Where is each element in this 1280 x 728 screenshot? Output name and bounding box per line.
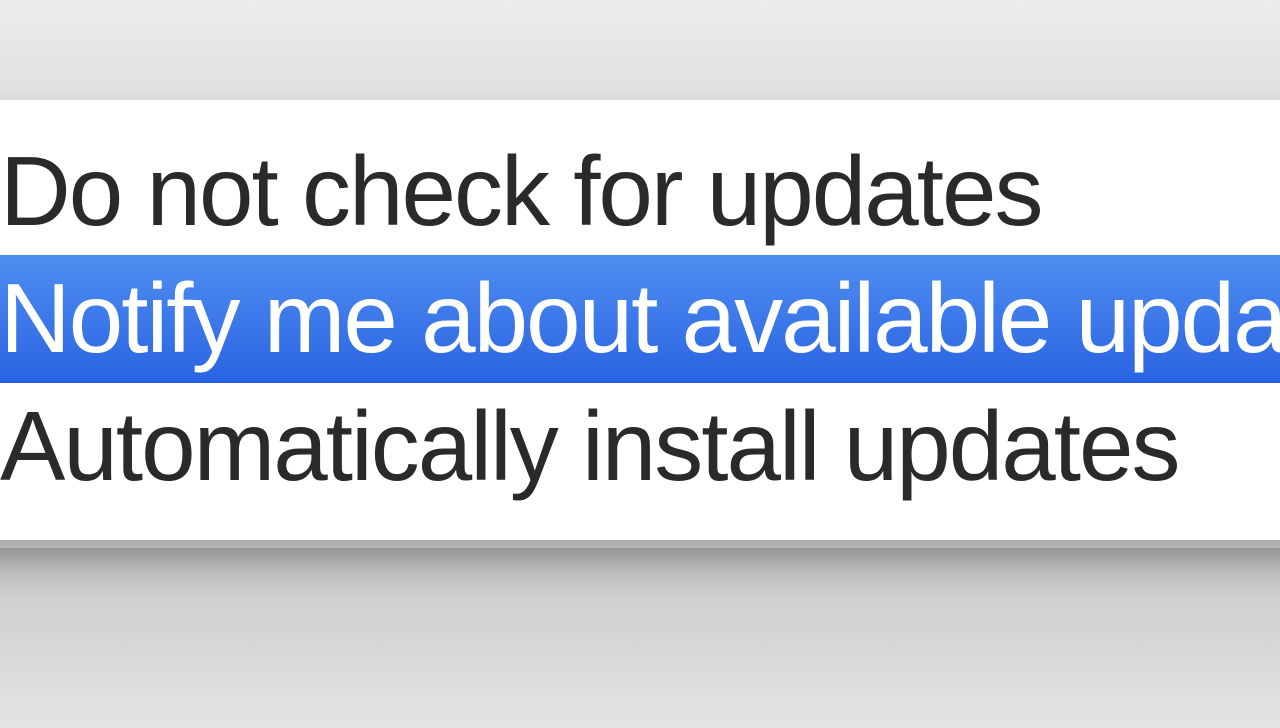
update-options-dropdown[interactable]: Do not check for updates Notify me about… (0, 100, 1280, 540)
option-do-not-check[interactable]: Do not check for updates (0, 128, 1280, 255)
window-background-top (0, 0, 1280, 100)
window-background-bottom (0, 548, 1280, 728)
option-notify-me[interactable]: Notify me about available updates (0, 255, 1280, 382)
option-auto-install[interactable]: Automatically install updates (0, 383, 1280, 510)
